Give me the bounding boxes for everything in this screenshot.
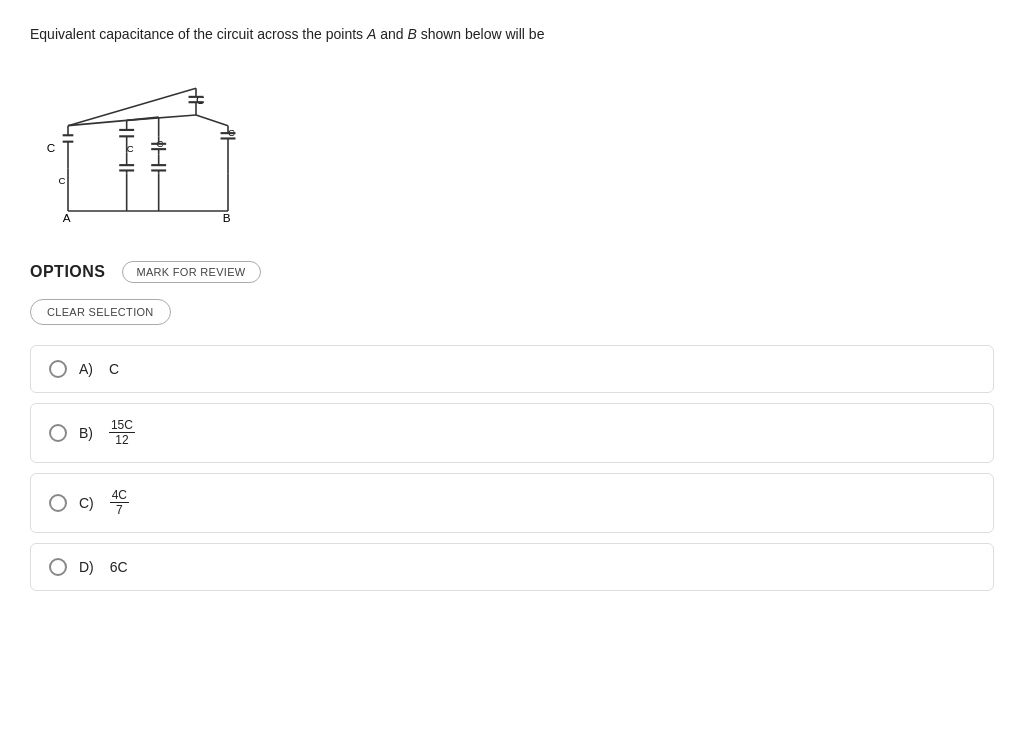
option-c[interactable]: C) 4C 7 [30,473,994,533]
mark-review-button[interactable]: MARK FOR REVIEW [122,261,261,283]
clear-selection-button[interactable]: CLEAR SELECTION [30,299,171,325]
options-label: OPTIONS [30,263,106,281]
option-d-label: D) 6C [79,559,128,575]
svg-text:C: C [58,175,65,186]
option-b-fraction: 15C 12 [109,418,135,448]
svg-text:C: C [47,141,56,154]
option-d[interactable]: D) 6C [30,543,994,591]
radio-b[interactable] [49,424,67,442]
option-c-label: C) 4C 7 [79,488,129,518]
circuit-diagram: C C C C C C A B [40,67,320,227]
option-c-fraction: 4C 7 [110,488,129,518]
svg-text:A: A [63,211,71,224]
option-a[interactable]: A) C [30,345,994,393]
options-header: OPTIONS MARK FOR REVIEW [30,261,994,283]
options-list: A) C B) 15C 12 C) 4C [30,345,994,591]
option-b[interactable]: B) 15C 12 [30,403,994,463]
svg-text:C: C [196,93,205,106]
option-a-label: A) C [79,361,119,377]
svg-text:B: B [223,211,231,224]
radio-c[interactable] [49,494,67,512]
radio-d[interactable] [49,558,67,576]
svg-text:C: C [127,143,134,154]
radio-a[interactable] [49,360,67,378]
option-b-label: B) 15C 12 [79,418,135,448]
page-container: Equivalent capacitance of the circuit ac… [0,0,1024,750]
svg-line-20 [196,115,228,126]
question-text: Equivalent capacitance of the circuit ac… [30,24,994,45]
